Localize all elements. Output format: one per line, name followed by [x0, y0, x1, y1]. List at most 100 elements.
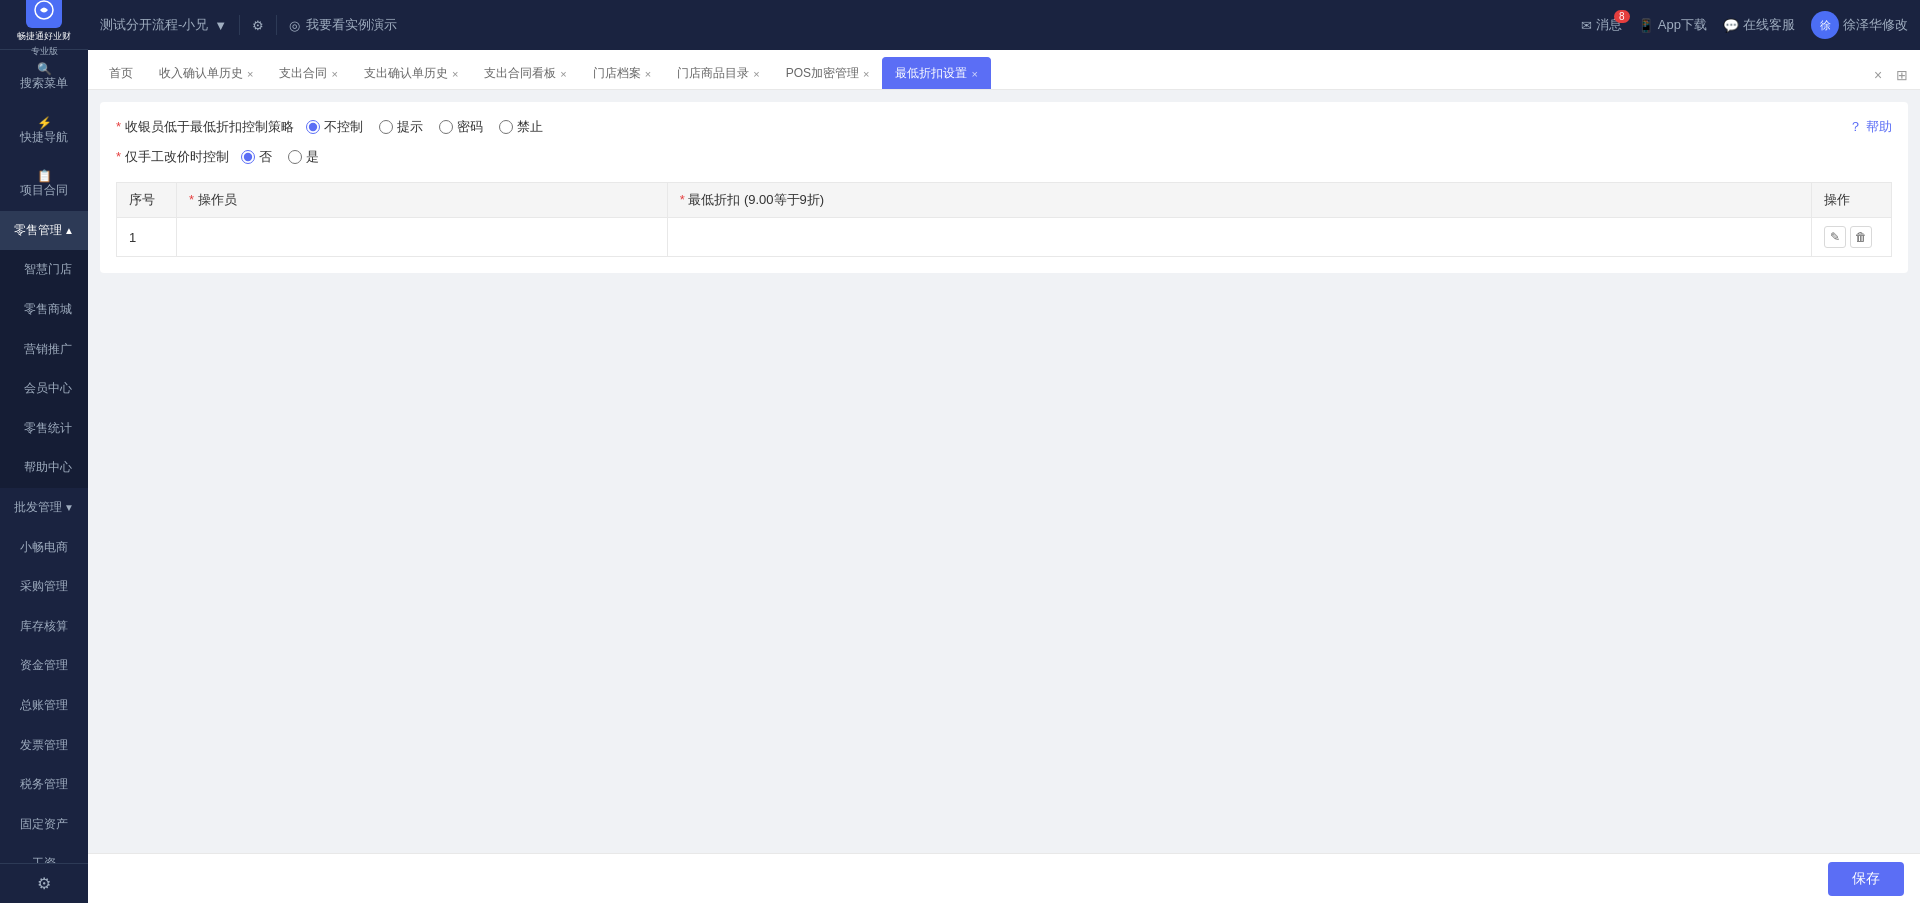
tab-close-icon[interactable]: × — [863, 68, 869, 80]
tab-income-history[interactable]: 收入确认单历史 × — [146, 57, 266, 89]
tab-close-icon[interactable]: × — [452, 68, 458, 80]
sidebar-item-label: 资金管理 — [20, 658, 68, 674]
tabbar-end: × ⊞ — [1868, 65, 1912, 89]
tab-label: 首页 — [109, 65, 133, 82]
sidebar-item-accounting[interactable]: 总账管理 — [0, 686, 88, 726]
tab-close-icon[interactable]: × — [560, 68, 566, 80]
tab-close-icon[interactable]: × — [331, 68, 337, 80]
sidebar-item-purchase[interactable]: 采购管理 — [0, 567, 88, 607]
radio-yes[interactable]: 是 — [288, 148, 319, 166]
service-icon: 💬 — [1723, 18, 1739, 33]
save-button[interactable]: 保存 — [1828, 862, 1904, 896]
cell-min-discount — [667, 218, 1811, 257]
app-download-btn[interactable]: 📱 App下载 — [1638, 16, 1707, 34]
sidebar-item-help[interactable]: 帮助中心 — [0, 448, 88, 488]
sidebar-item-label: 搜索菜单 — [20, 76, 68, 92]
edit-row-btn[interactable]: ✎ — [1824, 226, 1846, 248]
sidebar-item-inventory[interactable]: 库存核算 — [0, 607, 88, 647]
sidebar-item-online-store[interactable]: 零售商城 — [0, 290, 88, 330]
sidebar-item-tax[interactable]: 税务管理 — [0, 765, 88, 805]
online-service-label: 在线客服 — [1743, 16, 1795, 34]
online-service-btn[interactable]: 💬 在线客服 — [1723, 16, 1795, 34]
form-section: 收银员低于最低折扣控制策略 不控制 提示 密码 — [116, 118, 1892, 166]
sidebar-item-project[interactable]: 📋 项目合同 — [0, 157, 88, 211]
radio-no-control[interactable]: 不控制 — [306, 118, 363, 136]
tab-close-icon[interactable]: × — [753, 68, 759, 80]
sidebar-item-label: 营销推广 — [24, 342, 72, 358]
sidebar-item-capital[interactable]: 资金管理 — [0, 646, 88, 686]
expand-tabs-btn[interactable]: ⊞ — [1892, 65, 1912, 85]
sidebar-item-payroll[interactable]: 工资 — [0, 844, 88, 863]
tabbar: 首页 收入确认单历史 × 支出合同 × 支出确认单历史 × 支出合同看板 × 门… — [88, 50, 1920, 90]
cashier-policy-label: 收银员低于最低折扣控制策略 — [116, 118, 294, 136]
sidebar-item-invoice[interactable]: 发票管理 — [0, 726, 88, 766]
radio-forbid[interactable]: 禁止 — [499, 118, 543, 136]
settings-btn[interactable]: ⚙ — [252, 18, 264, 33]
sidebar-item-marketing[interactable]: 营销推广 — [0, 330, 88, 370]
sidebar-item-shortcut[interactable]: ⚡ 快捷导航 — [0, 104, 88, 158]
discount-table: 序号 操作员 最低折扣 (9.00等于9折) 操作 1 — [116, 182, 1892, 257]
demo-icon: ◎ — [289, 18, 300, 33]
sidebar-item-label: 发票管理 — [20, 738, 68, 754]
close-tab-btn[interactable]: × — [1868, 65, 1888, 85]
arrow-down-icon: ▼ — [64, 502, 74, 513]
radio-no[interactable]: 否 — [241, 148, 272, 166]
radio-input-no[interactable] — [241, 150, 255, 164]
sidebar-item-label: 智慧门店 — [24, 262, 72, 278]
radio-input-remind[interactable] — [379, 120, 393, 134]
tab-store-catalog[interactable]: 门店商品目录 × — [664, 57, 772, 89]
app-icon: 📱 — [1638, 18, 1654, 33]
sidebar-item-member[interactable]: 会员中心 — [0, 369, 88, 409]
user-profile[interactable]: 徐 徐泽华修改 — [1811, 11, 1908, 39]
radio-input-no-control[interactable] — [306, 120, 320, 134]
sidebar-item-fixed-assets[interactable]: 固定资产 — [0, 805, 88, 845]
tab-payment-board[interactable]: 支出合同看板 × — [471, 57, 579, 89]
sidebar-item-ecommerce[interactable]: 小畅电商 — [0, 528, 88, 568]
sidebar-item-retail[interactable]: 零售管理 ▲ — [0, 211, 88, 251]
radio-input-forbid[interactable] — [499, 120, 513, 134]
table-header: 序号 操作员 最低折扣 (9.00等于9折) 操作 — [117, 183, 1892, 218]
radio-input-password[interactable] — [439, 120, 453, 134]
sidebar-item-search[interactable]: 🔍 搜索菜单 — [0, 50, 88, 104]
table-body: 1 ✎ 🗑 — [117, 218, 1892, 257]
message-btn[interactable]: ✉ 消息 8 — [1581, 16, 1622, 34]
tab-label: 门店商品目录 — [677, 65, 749, 82]
tab-store-file[interactable]: 门店档案 × — [580, 57, 664, 89]
help-link[interactable]: ？ 帮助 — [1849, 118, 1892, 136]
sidebar-item-label: 零售统计 — [24, 421, 72, 437]
sidebar-item-retail-stat[interactable]: 零售统计 — [0, 409, 88, 449]
radio-password[interactable]: 密码 — [439, 118, 483, 136]
tab-pos-password[interactable]: POS加密管理 × — [773, 57, 883, 89]
delete-row-btn[interactable]: 🗑 — [1850, 226, 1872, 248]
tab-close-icon[interactable]: × — [645, 68, 651, 80]
shortcut-icon: ⚡ — [37, 116, 52, 130]
tab-close-icon[interactable]: × — [247, 68, 253, 80]
sidebar-menu: 🔍 搜索菜单 ⚡ 快捷导航 📋 项目合同 零售管理 ▲ 智慧门店 零售商城 营销… — [0, 50, 88, 863]
project-selector[interactable]: 测试分开流程-小兄 ▼ — [100, 16, 227, 34]
help-label: 帮助 — [1866, 118, 1892, 136]
col-header-min-discount: 最低折扣 (9.00等于9折) — [667, 183, 1811, 218]
tab-home[interactable]: 首页 — [96, 57, 146, 89]
radio-remind[interactable]: 提示 — [379, 118, 423, 136]
avatar: 徐 — [1811, 11, 1839, 39]
sidebar-item-label: 零售管理 — [14, 223, 62, 239]
tab-label: 支出合同看板 — [484, 65, 556, 82]
sidebar-item-label: 总账管理 — [20, 698, 68, 714]
sidebar-item-smart-store[interactable]: 智慧门店 — [0, 250, 88, 290]
tab-payment-history[interactable]: 支出确认单历史 × — [351, 57, 471, 89]
sidebar-item-label: 库存核算 — [20, 619, 68, 635]
sidebar-item-label: 工资 — [32, 856, 56, 863]
tab-payment-contract[interactable]: 支出合同 × — [266, 57, 350, 89]
tab-close-icon[interactable]: × — [971, 68, 977, 80]
help-icon: ？ — [1849, 118, 1862, 136]
tab-min-discount[interactable]: 最低折扣设置 × — [882, 57, 990, 89]
demo-link[interactable]: ◎ 我要看实例演示 — [289, 16, 397, 34]
dropdown-icon: ▼ — [214, 18, 227, 33]
tab-label: 支出合同 — [279, 65, 327, 82]
radio-input-yes[interactable] — [288, 150, 302, 164]
sidebar-item-label: 批发管理 — [14, 500, 62, 516]
radio-label-yes: 是 — [306, 148, 319, 166]
sidebar-item-label: 快捷导航 — [20, 130, 68, 146]
sidebar-item-wholesale[interactable]: 批发管理 ▼ — [0, 488, 88, 528]
settings-icon[interactable]: ⚙ — [37, 874, 51, 893]
